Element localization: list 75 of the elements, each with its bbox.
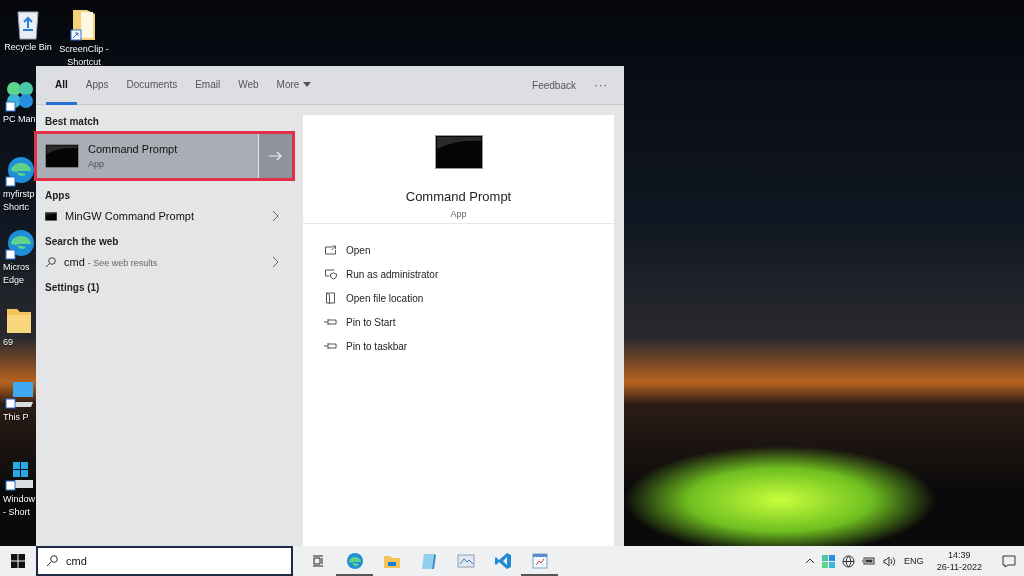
search-icon xyxy=(46,555,58,567)
terminal-icon xyxy=(45,144,79,168)
filter-tab[interactable]: More xyxy=(267,66,321,105)
open-icon xyxy=(324,245,337,255)
section-heading: Settings (1) xyxy=(44,281,101,295)
desktop-icon-label[interactable]: Shortcut xyxy=(67,57,101,68)
pin-icon xyxy=(324,342,337,350)
photo-viewer-icon[interactable] xyxy=(456,552,475,569)
app-tray-icon[interactable] xyxy=(822,554,836,568)
desktop-icon-label[interactable]: Edge xyxy=(3,275,25,286)
edge-shortcut-icon xyxy=(5,155,35,187)
desktop-icon-label[interactable]: 69 xyxy=(3,337,13,348)
desktop-icon-label[interactable]: Recycle Bin xyxy=(4,42,52,53)
notepad-icon[interactable] xyxy=(420,551,437,570)
search-icon xyxy=(45,256,56,268)
caret-icon xyxy=(303,81,312,87)
desktop-icon-label[interactable]: PC Man xyxy=(3,114,36,125)
context-action[interactable]: Pin to taskbar xyxy=(320,334,412,358)
app-result[interactable]: MinGW Command Prompt xyxy=(36,205,293,227)
desktop-icon-label[interactable]: ScreenClip - xyxy=(59,44,109,55)
app-title: Command Prompt xyxy=(405,189,512,204)
recycle-bin-icon xyxy=(14,8,42,40)
desktop-icon-label[interactable]: Shortc xyxy=(3,202,29,213)
filter-tab[interactable]: Email xyxy=(186,66,230,105)
edge-icon[interactable] xyxy=(345,551,364,570)
app-window-icon[interactable] xyxy=(531,552,548,569)
battery-icon[interactable] xyxy=(862,556,877,566)
section-heading: Search the web xyxy=(44,235,120,249)
desktop-icon-label[interactable]: Micros xyxy=(3,262,30,273)
context-action[interactable]: Open file location xyxy=(320,286,428,310)
pin-icon xyxy=(324,318,337,326)
chevron-right-icon xyxy=(272,210,279,222)
time-text: 14:39 xyxy=(948,549,971,561)
windows-drive-icon xyxy=(5,460,35,492)
desktop-icon-label[interactable]: - Short xyxy=(3,507,30,518)
pc-manager-icon xyxy=(5,80,35,112)
file-location-icon xyxy=(324,292,337,304)
terminal-icon xyxy=(45,211,57,221)
speaker-icon[interactable] xyxy=(883,555,898,567)
app-type: App xyxy=(450,209,467,219)
desktop-icon-label[interactable]: myfirstp xyxy=(3,189,35,200)
chevron-up-icon[interactable] xyxy=(805,558,816,564)
clock[interactable]: 14:39 26-11-2022 xyxy=(936,549,982,573)
computer-icon xyxy=(5,380,35,410)
edge-shortcut-icon xyxy=(5,228,35,260)
arrow-right-icon xyxy=(269,151,282,161)
context-action[interactable]: Pin to Start xyxy=(320,310,400,334)
best-match-result[interactable]: Command Prompt App xyxy=(37,134,292,178)
speech-bubble-icon xyxy=(1002,554,1016,568)
web-result[interactable]: cmd - See web results xyxy=(36,251,293,273)
result-type: App xyxy=(88,159,105,169)
filter-tab[interactable]: Documents xyxy=(117,66,187,105)
search-field[interactable]: cmd xyxy=(36,546,293,576)
windows-logo-icon xyxy=(11,554,25,568)
filter-tab[interactable]: All xyxy=(46,66,77,105)
date-text: 26-11-2022 xyxy=(936,561,982,573)
result-title: Command Prompt xyxy=(88,143,178,155)
task-view-icon[interactable] xyxy=(310,553,325,568)
feedback-link[interactable]: Feedback xyxy=(520,66,588,104)
code-editor-icon[interactable] xyxy=(493,551,512,570)
more-options-button[interactable]: ··· xyxy=(588,66,624,104)
shield-icon xyxy=(324,268,337,280)
section-heading: Apps xyxy=(44,189,71,203)
filter-tab[interactable]: Apps xyxy=(76,66,118,105)
chevron-right-icon xyxy=(272,256,279,268)
open-arrow-button[interactable] xyxy=(258,134,292,178)
context-action[interactable]: Open xyxy=(320,238,375,262)
terminal-icon xyxy=(434,135,483,169)
filter-tab[interactable]: Web xyxy=(229,66,268,105)
desktop-icon-label[interactable]: Window xyxy=(3,494,35,505)
globe-icon[interactable] xyxy=(842,554,856,568)
desktop-icon-label[interactable]: This P xyxy=(3,412,29,423)
section-heading: Best match xyxy=(44,115,100,129)
language-indicator[interactable]: ENG xyxy=(904,556,924,566)
context-action[interactable]: Run as administrator xyxy=(320,262,443,286)
